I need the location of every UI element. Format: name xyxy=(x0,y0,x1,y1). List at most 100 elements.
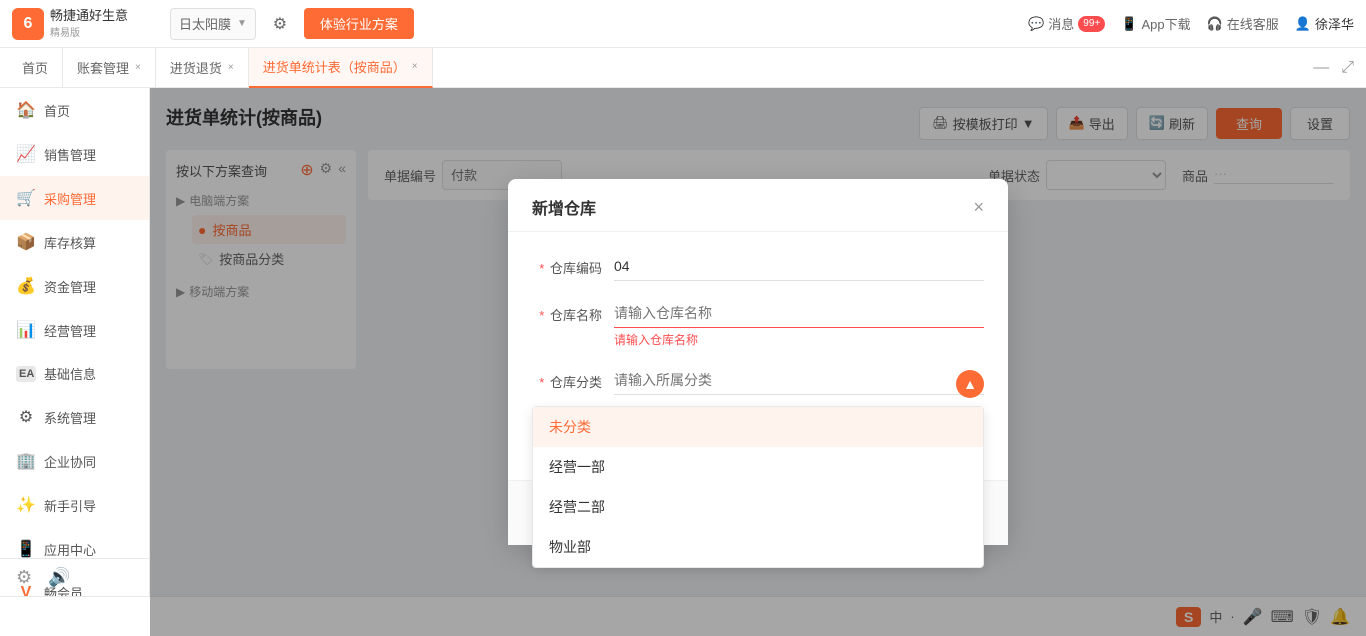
sidebar-settings-icon[interactable]: ⚙ xyxy=(16,567,32,588)
logo-title: 畅捷通好生意 xyxy=(50,8,128,25)
sidebar-item-sales[interactable]: 📈 销售管理 xyxy=(0,132,149,176)
sidebar-sound-icon[interactable]: 🔊 xyxy=(48,567,70,588)
sales-icon: 📈 xyxy=(16,144,36,164)
category-field: ▲ 未分类 经营一部 经营二部 物业部 xyxy=(614,366,984,395)
sidebar-item-finance[interactable]: 💰 资金管理 xyxy=(0,264,149,308)
sidebar-bottom: ⚙ 🔊 xyxy=(0,558,150,596)
tab-expand-icon[interactable]: ⤢ xyxy=(1337,59,1358,77)
sidebar-finance-label: 资金管理 xyxy=(44,277,96,296)
sidebar-item-purchase[interactable]: 🛒 采购管理 xyxy=(0,176,149,220)
tab-purchase-stats-label: 进货单统计表（按商品） xyxy=(263,57,406,76)
code-form-row: * 仓库编码 xyxy=(532,252,984,281)
sidebar-guide-label: 新手引导 xyxy=(44,496,96,515)
app-download-button[interactable]: 📱 App下载 xyxy=(1121,14,1190,33)
gear-button[interactable]: ⚙ xyxy=(264,8,296,40)
tab-purchase-return-close[interactable]: × xyxy=(228,62,234,73)
home-icon: 🏠 xyxy=(16,100,36,120)
category-form-row: * 仓库分类 ▲ 未分类 经营一部 经营二部 物业部 xyxy=(532,366,984,395)
sidebar-item-operations[interactable]: 📊 经营管理 xyxy=(0,308,149,352)
code-input[interactable] xyxy=(614,252,984,281)
sidebar-item-enterprise[interactable]: 🏢 企业协同 xyxy=(0,439,149,483)
headset-icon: 🎧 xyxy=(1207,16,1223,32)
category-label: * 仓库分类 xyxy=(532,366,602,391)
tab-account[interactable]: 账套管理 × xyxy=(63,48,156,88)
user-avatar-icon: 👤 xyxy=(1295,16,1311,32)
search-dropdown-icon: ▼ xyxy=(237,18,247,29)
top-header: 6 畅捷通好生意 精易版 日太阳膜 ▼ ⚙ 体验行业方案 💬 消息 99+ 📱 … xyxy=(0,0,1366,48)
apps-icon: 📱 xyxy=(16,539,36,559)
category-dropdown: 未分类 经营一部 经营二部 物业部 xyxy=(532,406,984,568)
name-error-message: 请输入仓库名称 xyxy=(614,331,984,348)
messages-button[interactable]: 💬 消息 99+ xyxy=(1028,14,1105,33)
sidebar-item-system[interactable]: ⚙ 系统管理 xyxy=(0,395,149,439)
sidebar-home-label: 首页 xyxy=(44,101,70,120)
tab-home[interactable]: 首页 xyxy=(8,48,63,88)
sidebar-basic-info-label: 基础信息 xyxy=(44,364,96,383)
sidebar-operations-label: 经营管理 xyxy=(44,321,96,340)
name-field: 请输入仓库名称 xyxy=(614,299,984,348)
logo-sub: 精易版 xyxy=(50,24,128,39)
user-menu[interactable]: 👤 徐泽华 xyxy=(1295,14,1354,33)
app-download-icon: 📱 xyxy=(1121,16,1137,32)
dropdown-item-ops2[interactable]: 经营二部 xyxy=(533,487,983,527)
tab-purchase-return[interactable]: 进货退货 × xyxy=(156,48,249,88)
modal-close-button[interactable]: × xyxy=(973,197,984,218)
enterprise-icon: 🏢 xyxy=(16,451,36,471)
modal-body: * 仓库编码 * 仓库名称 xyxy=(508,232,1008,480)
finance-icon: 💰 xyxy=(16,276,36,296)
system-icon: ⚙ xyxy=(16,407,36,427)
code-field xyxy=(614,252,984,281)
guide-icon: ✨ xyxy=(16,495,36,515)
sidebar-system-label: 系统管理 xyxy=(44,408,96,427)
sidebar-inventory-label: 库存核算 xyxy=(44,233,96,252)
search-text: 日太阳膜 xyxy=(179,14,231,33)
tab-account-label: 账套管理 xyxy=(77,58,129,77)
tab-minimize-icon[interactable]: — xyxy=(1309,59,1333,77)
basic-info-icon: EA xyxy=(16,366,36,382)
message-icon: 💬 xyxy=(1028,16,1044,32)
name-label: * 仓库名称 xyxy=(532,299,602,324)
sidebar-item-home[interactable]: 🏠 首页 xyxy=(0,88,149,132)
add-warehouse-modal: 新增仓库 × * 仓库编码 xyxy=(508,179,1008,545)
purchase-icon: 🛒 xyxy=(16,188,36,208)
tab-purchase-return-label: 进货退货 xyxy=(170,58,222,77)
logo-icon: 6 xyxy=(12,8,44,40)
username-label: 徐泽华 xyxy=(1315,14,1354,33)
dropdown-item-property[interactable]: 物业部 xyxy=(533,527,983,567)
sidebar-purchase-label: 采购管理 xyxy=(44,189,96,208)
messages-label: 消息 xyxy=(1048,14,1074,33)
online-service-button[interactable]: 🎧 在线客服 xyxy=(1207,14,1279,33)
dropdown-item-ops1[interactable]: 经营一部 xyxy=(533,447,983,487)
modal-overlay: 新增仓库 × * 仓库编码 xyxy=(150,88,1366,636)
tab-controls: — ⤢ xyxy=(1309,59,1358,77)
sidebar-item-inventory[interactable]: 📦 库存核算 xyxy=(0,220,149,264)
tab-home-label: 首页 xyxy=(22,58,48,77)
header-right: 💬 消息 99+ 📱 App下载 🎧 在线客服 👤 徐泽华 xyxy=(1028,14,1354,33)
sidebar: 🏠 首页 📈 销售管理 🛒 采购管理 📦 库存核算 💰 资金管理 📊 经营管理 … xyxy=(0,88,150,636)
sidebar-apps-label: 应用中心 xyxy=(44,540,96,559)
category-toggle-icon[interactable]: ▲ xyxy=(956,370,984,398)
tab-account-close[interactable]: × xyxy=(135,62,141,73)
messages-badge: 99+ xyxy=(1078,16,1105,32)
tab-bar: 首页 账套管理 × 进货退货 × 进货单统计表（按商品） × — ⤢ xyxy=(0,48,1366,88)
app-download-label: App下载 xyxy=(1141,14,1190,33)
tab-purchase-stats[interactable]: 进货单统计表（按商品） × xyxy=(249,48,433,88)
sidebar-item-guide[interactable]: ✨ 新手引导 xyxy=(0,483,149,527)
name-input[interactable] xyxy=(614,299,984,328)
content-area: 进货单统计(按商品) 🖨 按模板打印 ▼ 📤 导出 🔄 刷新 查询 设置 xyxy=(150,88,1366,636)
logo-area: 6 畅捷通好生意 精易版 xyxy=(12,8,162,40)
tab-purchase-stats-close[interactable]: × xyxy=(412,61,418,72)
sidebar-sales-label: 销售管理 xyxy=(44,145,96,164)
operations-icon: 📊 xyxy=(16,320,36,340)
code-label: * 仓库编码 xyxy=(532,252,602,277)
online-service-label: 在线客服 xyxy=(1227,14,1279,33)
inventory-icon: 📦 xyxy=(16,232,36,252)
category-input[interactable] xyxy=(614,366,984,395)
main-layout: 🏠 首页 📈 销售管理 🛒 采购管理 📦 库存核算 💰 资金管理 📊 经营管理 … xyxy=(0,88,1366,636)
sidebar-item-basic-info[interactable]: EA 基础信息 xyxy=(0,352,149,395)
trial-button[interactable]: 体验行业方案 xyxy=(304,8,414,39)
dropdown-item-uncategorized[interactable]: 未分类 xyxy=(533,407,983,447)
search-box[interactable]: 日太阳膜 ▼ xyxy=(170,8,256,40)
sidebar-enterprise-label: 企业协同 xyxy=(44,452,96,471)
modal-title: 新增仓库 xyxy=(532,195,596,219)
